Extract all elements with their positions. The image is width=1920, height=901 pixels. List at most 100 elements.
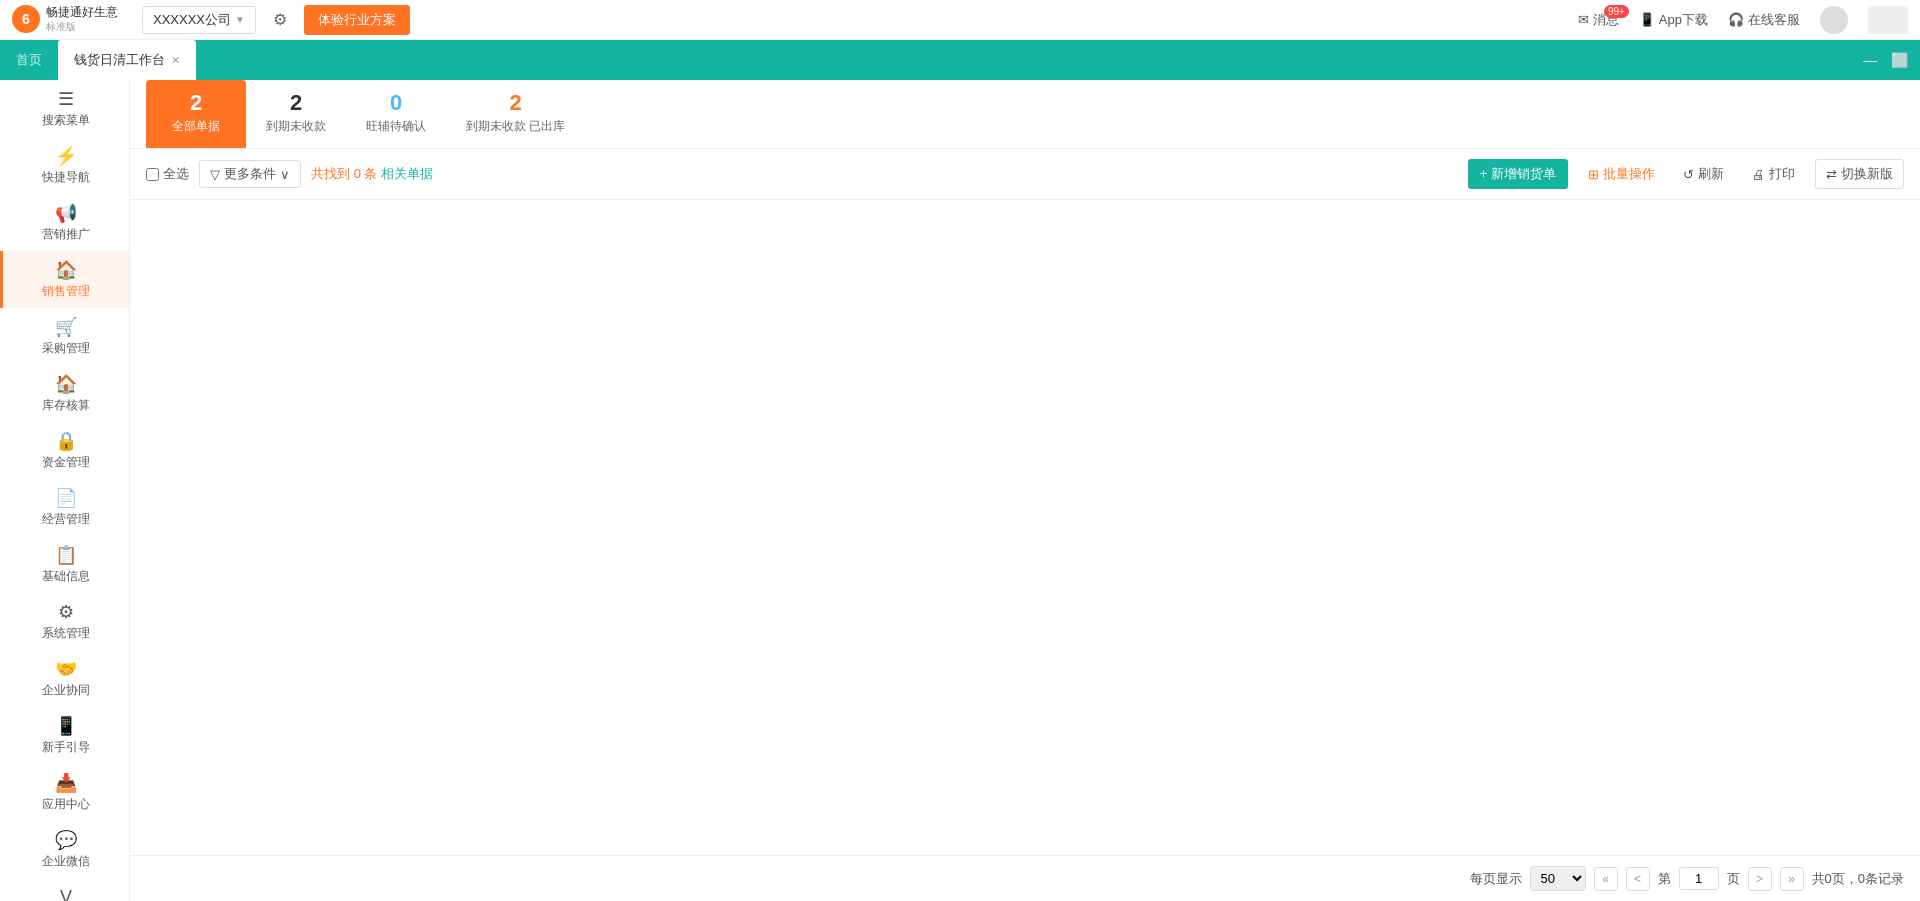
- system-icon: ⚙: [58, 603, 74, 621]
- sidebar-item-enterprise[interactable]: 🤝 企业协同: [0, 650, 129, 707]
- print-label: 打印: [1769, 165, 1795, 183]
- sidebar-item-label: 销售管理: [42, 283, 90, 300]
- top-bar: 6 畅捷通好生意 标准版 XXXXXX公司 ▼ ⚙ 体验行业方案 ✉ 消息 99…: [0, 0, 1920, 40]
- sidebar-item-label: 应用中心: [42, 796, 90, 813]
- refresh-icon: ↺: [1683, 167, 1694, 182]
- stat-num-overdue: 2: [290, 90, 302, 116]
- switch-version-btn[interactable]: ⇄ 切换新版: [1815, 159, 1904, 189]
- new-order-button[interactable]: + 新增销货单: [1468, 159, 1568, 189]
- sidebar-item-inventory[interactable]: 🏠 库存核算: [0, 365, 129, 422]
- more-filter-btn[interactable]: ▽ 更多条件 ∨: [199, 160, 301, 188]
- stats-bar: 2 全部单据 2 到期未收款 0 旺辅待确认 2 到期未收款 已出库: [130, 80, 1920, 149]
- page-unit: 页: [1727, 870, 1740, 888]
- message-icon: ✉: [1578, 12, 1589, 27]
- next-page-btn[interactable]: >: [1748, 867, 1772, 891]
- sidebar-item-finance[interactable]: 🔒 资金管理: [0, 422, 129, 479]
- stat-tab-shipped[interactable]: 2 到期未收款 已出库: [446, 80, 585, 148]
- page-input[interactable]: [1679, 867, 1719, 890]
- sidebar-item-label: 采购管理: [42, 340, 90, 357]
- page-size-label: 每页显示: [1470, 870, 1522, 888]
- stat-label-all: 全部单据: [172, 118, 220, 135]
- inventory-icon: 🏠: [55, 375, 77, 393]
- switch-icon: ⇄: [1826, 167, 1837, 182]
- tab-home-label: 首页: [16, 51, 42, 69]
- tab-nav: 首页 钱货日清工作台 ✕ — ⬜: [0, 40, 1920, 80]
- stat-tab-overdue[interactable]: 2 到期未收款: [246, 80, 346, 148]
- stat-label-pending: 旺辅待确认: [366, 118, 426, 135]
- stat-label-shipped: 到期未收款 已出库: [466, 118, 565, 135]
- avatar[interactable]: [1820, 6, 1848, 34]
- sidebar-item-system[interactable]: ⚙ 系统管理: [0, 593, 129, 650]
- enterprise-icon: 🤝: [55, 660, 77, 678]
- app-center-icon: 📥: [55, 774, 77, 792]
- pagination: 每页显示 50 10 20 100 « < 第 页 > » 共0页，0条记录: [130, 855, 1920, 901]
- found-text: 共找到 0 条 相关单据: [311, 165, 433, 183]
- company-arrow: ▼: [235, 14, 245, 25]
- sidebar-item-label: 企业微信: [42, 853, 90, 870]
- stat-tab-all[interactable]: 2 全部单据: [146, 80, 246, 148]
- found-link[interactable]: 相关单据: [381, 166, 433, 181]
- batch-icon: ⊞: [1588, 167, 1599, 182]
- filter-arrow: ∨: [280, 167, 290, 182]
- tab-minimize-btn[interactable]: —: [1859, 48, 1881, 72]
- select-all-label: 全选: [163, 165, 189, 183]
- company-selector[interactable]: XXXXXX公司 ▼: [142, 6, 256, 34]
- finance-icon: 🔒: [55, 432, 77, 450]
- app-download-btn[interactable]: 📱 App下载: [1639, 11, 1708, 29]
- select-all-input[interactable]: [146, 168, 159, 181]
- quick-nav-icon: ⚡: [55, 147, 77, 165]
- sidebar-item-guide[interactable]: 📱 新手引导: [0, 707, 129, 764]
- content-area: 2 全部单据 2 到期未收款 0 旺辅待确认 2 到期未收款 已出库 全选: [130, 80, 1920, 901]
- refresh-btn[interactable]: ↺ 刷新: [1675, 161, 1732, 187]
- sidebar-item-label: 新手引导: [42, 739, 90, 756]
- service-btn[interactable]: 🎧 在线客服: [1728, 11, 1800, 29]
- tab-maximize-btn[interactable]: ⬜: [1887, 48, 1912, 72]
- stat-num-pending: 0: [390, 90, 402, 116]
- sidebar-item-operations[interactable]: 📄 经营管理: [0, 479, 129, 536]
- sidebar-item-app-center[interactable]: 📥 应用中心: [0, 764, 129, 821]
- sales-icon: 🏠: [55, 261, 77, 279]
- message-btn[interactable]: ✉ 消息 99+: [1578, 11, 1619, 29]
- batch-label: 批量操作: [1603, 165, 1655, 183]
- prev-page-btn[interactable]: <: [1626, 867, 1650, 891]
- service-icon: 🎧: [1728, 12, 1744, 27]
- tab-close-icon[interactable]: ✕: [171, 54, 180, 67]
- batch-operation-btn[interactable]: ⊞ 批量操作: [1580, 161, 1663, 187]
- print-btn[interactable]: 🖨 打印: [1744, 161, 1803, 187]
- marketing-icon: 📢: [55, 204, 77, 222]
- sidebar-item-basic-info[interactable]: 📋 基础信息: [0, 536, 129, 593]
- stat-num-all: 2: [190, 90, 202, 116]
- tab-workbench[interactable]: 钱货日清工作台 ✕: [58, 40, 196, 80]
- sidebar-item-quick-nav[interactable]: ⚡ 快捷导航: [0, 137, 129, 194]
- main-layout: ☰ 搜索菜单 ⚡ 快捷导航 📢 营销推广 🏠 销售管理 🛒 采购管理 🏠 库存核…: [0, 80, 1920, 901]
- toolbar-left: 全选 ▽ 更多条件 ∨ 共找到 0 条 相关单据: [146, 160, 1456, 188]
- first-page-btn[interactable]: «: [1594, 867, 1618, 891]
- last-page-btn[interactable]: »: [1780, 867, 1804, 891]
- user-name[interactable]: [1868, 6, 1908, 34]
- sidebar-item-weixin[interactable]: 💬 企业微信: [0, 821, 129, 878]
- select-all-checkbox[interactable]: 全选: [146, 165, 189, 183]
- sidebar-item-purchase[interactable]: 🛒 采购管理: [0, 308, 129, 365]
- sidebar-item-marketing[interactable]: 📢 营销推广: [0, 194, 129, 251]
- message-badge: 99+: [1604, 5, 1629, 18]
- sidebar-item-label: 快捷导航: [42, 169, 90, 186]
- logo-icon: 6: [12, 5, 40, 33]
- sidebar-item-vip[interactable]: V 畅会员: [0, 878, 129, 901]
- settings-icon[interactable]: ⚙: [266, 6, 294, 34]
- page-label: 第: [1658, 870, 1671, 888]
- tab-home[interactable]: 首页: [0, 40, 58, 80]
- sidebar-item-sales[interactable]: 🏠 销售管理: [0, 251, 129, 308]
- stat-num-shipped: 2: [510, 90, 522, 116]
- page-size-select[interactable]: 50 10 20 100: [1530, 866, 1586, 891]
- stat-tab-pending[interactable]: 0 旺辅待确认: [346, 80, 446, 148]
- found-count: 0: [354, 166, 361, 181]
- sidebar-item-search-menu[interactable]: ☰ 搜索菜单: [0, 80, 129, 137]
- trial-button[interactable]: 体验行业方案: [304, 5, 410, 35]
- tab-actions: — ⬜: [1859, 48, 1920, 72]
- logo-area: 6 畅捷通好生意 标准版: [12, 5, 142, 33]
- app-icon: 📱: [1639, 12, 1655, 27]
- sidebar-item-label: 营销推广: [42, 226, 90, 243]
- service-label: 在线客服: [1748, 11, 1800, 29]
- sidebar-item-label: 库存核算: [42, 397, 90, 414]
- search-menu-icon: ☰: [58, 90, 74, 108]
